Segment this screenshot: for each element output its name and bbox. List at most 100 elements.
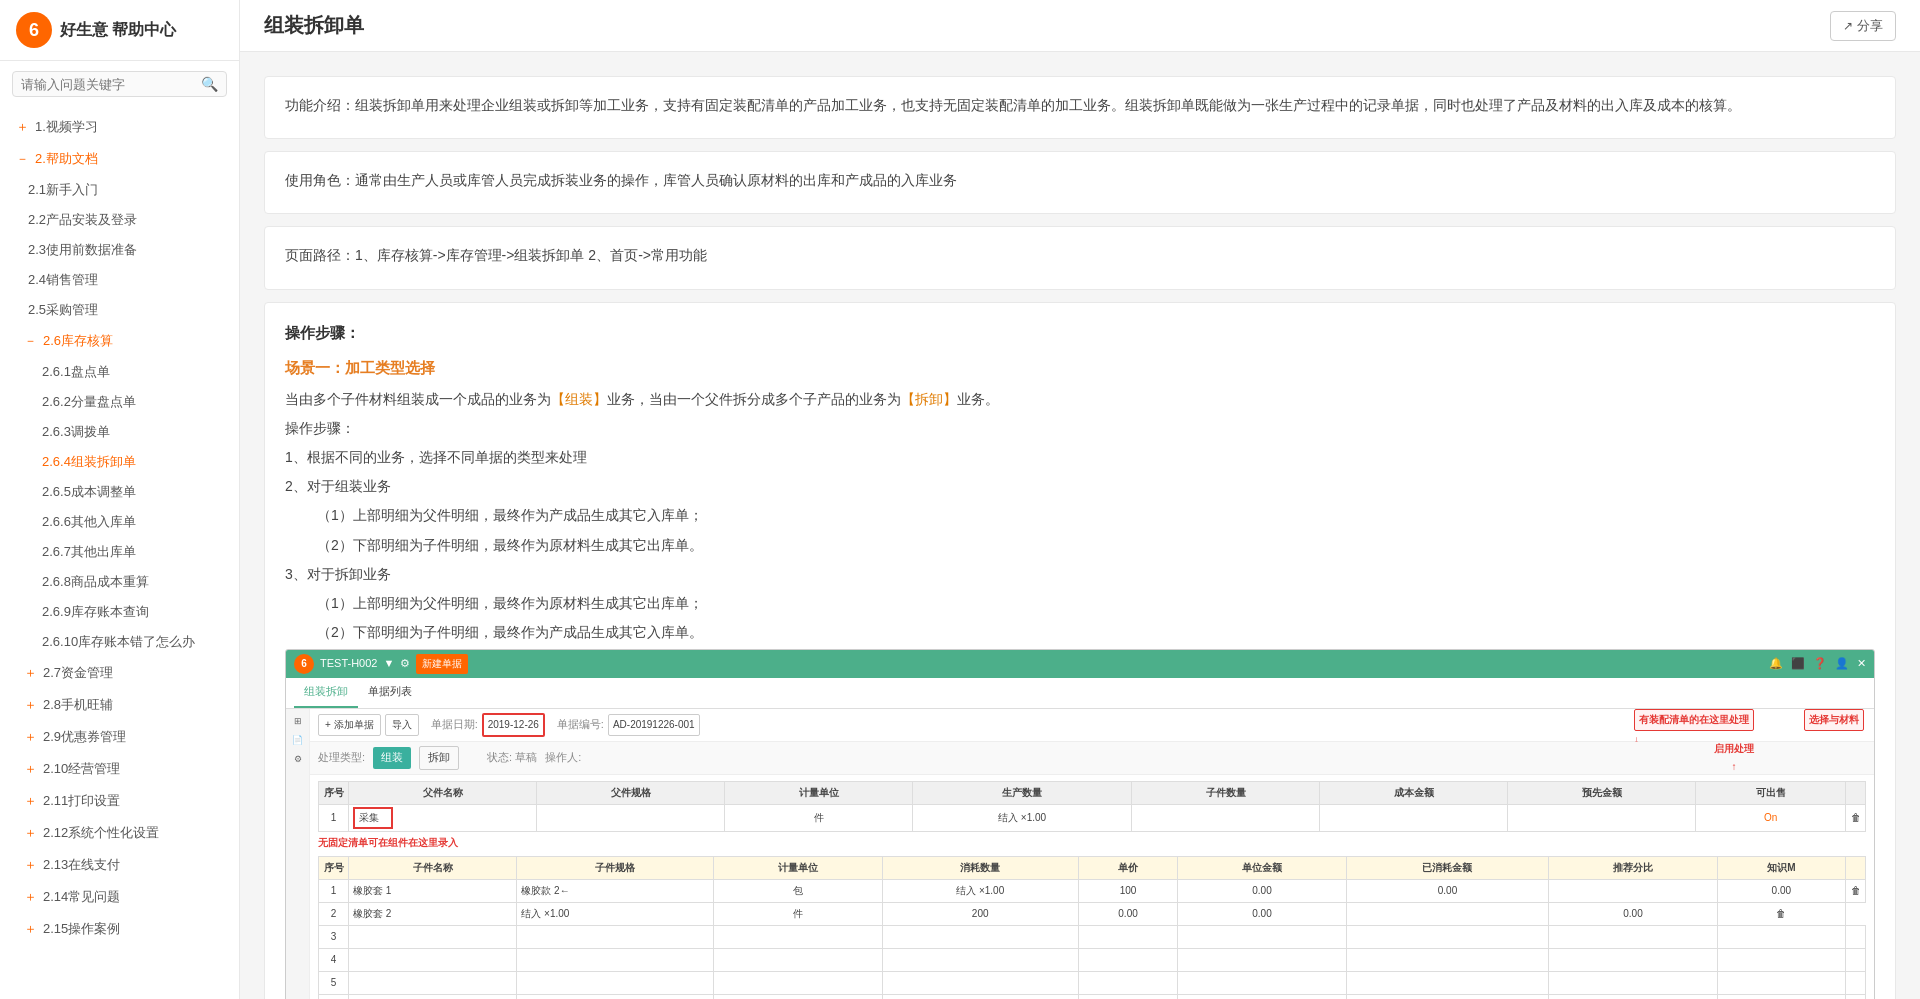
plus-icon: ＋ <box>24 664 37 682</box>
sidebar-item-label: 2.6.5成本调整单 <box>42 483 136 501</box>
app-titlebar: 6 TEST-H002 ▼ ⚙ 新建单据 🔔 ⬛ ❓ 👤 ✕ <box>286 650 1874 678</box>
sidebar-item-data[interactable]: 2.3使用前数据准备 <box>0 235 239 265</box>
sidebar-item-purchase[interactable]: 2.5采购管理 <box>0 295 239 325</box>
page-title: 组装拆卸单 <box>264 12 364 39</box>
sidebar-item-label: 2.1新手入门 <box>28 181 98 199</box>
on-label: On <box>1764 812 1777 823</box>
share-icon: ↗ <box>1843 19 1853 33</box>
plus-icon: ＋ <box>16 118 29 136</box>
sidebar-item-inv9[interactable]: 2.6.9库存账本查询 <box>0 597 239 627</box>
sidebar-item-label: 2.8手机旺辅 <box>43 696 113 714</box>
sidebar-item-label: 2.2产品安装及登录 <box>28 211 137 229</box>
logo-icon: 6 <box>16 12 52 48</box>
minus-icon: － <box>24 332 37 350</box>
sidebar-item-label: 2.7资金管理 <box>43 664 113 682</box>
table-row: 5 <box>319 971 1866 994</box>
form-header: + 添加单据 导入 单据日期: 2019-12-26 单据编号: AD-2019… <box>310 709 1874 742</box>
sidebar-item-label: 2.10经营管理 <box>43 760 120 778</box>
ops-card: 操作步骤： 场景一：加工类型选择 当由多个子件材料组装成一个成品的业务为【组装】… <box>264 302 1896 999</box>
table-row: 4 <box>319 948 1866 971</box>
type-selector-row: 处理类型: 组装 拆卸 状态: 草稿 操作人: 组装业务、拆卸业务在这里切换 启… <box>310 742 1874 775</box>
share-button[interactable]: ↗ 分享 <box>1830 11 1896 41</box>
sidebar-item-label: 2.9优惠券管理 <box>43 728 126 746</box>
left-icon1: ⊞ <box>294 713 302 729</box>
sidebar-item-label: 2.6.1盘点单 <box>42 363 110 381</box>
app-left-icons: ⊞ 📄 ⚙ <box>286 709 310 999</box>
app-screenshot: 6 TEST-H002 ▼ ⚙ 新建单据 🔔 ⬛ ❓ 👤 ✕ <box>285 649 1875 999</box>
sidebar-item-faq[interactable]: ＋ 2.14常见问题 <box>0 881 239 913</box>
top-bar: 组装拆卸单 ↗ 分享 <box>240 0 1920 52</box>
role-text: 使用角色：通常由生产人员或库管人员完成拆装业务的操作，库管人员确认原材料的出库和… <box>285 168 1875 193</box>
sidebar-item-sales[interactable]: 2.4销售管理 <box>0 265 239 295</box>
intro-card: 功能介绍：组装拆卸单用来处理企业组装或拆卸等加工业务，支持有固定装配清单的产品加… <box>264 76 1896 139</box>
search-icon[interactable]: 🔍 <box>201 76 218 92</box>
sidebar-item-inventory[interactable]: － 2.6库存核算 <box>0 325 239 357</box>
sidebar-item-coupon[interactable]: ＋ 2.9优惠券管理 <box>0 721 239 753</box>
step3-sub1: （1）上部明细为父件明细，最终作为原材料生成其它出库单； <box>317 591 1875 616</box>
sidebar-item-label: 2.6.6其他入库单 <box>42 513 136 531</box>
sidebar-item-label: 2.6.9库存账本查询 <box>42 603 149 621</box>
path-text: 页面路径：1、库存核算->库存管理->组装拆卸单 2、首页->常用功能 <box>285 243 1875 268</box>
tab-list[interactable]: 单据列表 <box>358 678 422 708</box>
sidebar-item-inv5[interactable]: 2.6.5成本调整单 <box>0 477 239 507</box>
table-row: 3 <box>319 925 1866 948</box>
sidebar-item-label: 2.15操作案例 <box>43 920 120 938</box>
sidebar-item-label: 2.4销售管理 <box>28 271 98 289</box>
date-value: 2019-12-26 <box>482 713 545 737</box>
sidebar-item-inv7[interactable]: 2.6.7其他出库单 <box>0 537 239 567</box>
nav-section: ＋ 1.视频学习 － 2.帮助文档 2.1新手入门 2.2产品安装及登录 2.3… <box>0 107 239 949</box>
sidebar-item-ops[interactable]: ＋ 2.10经营管理 <box>0 753 239 785</box>
sidebar-item-inv8[interactable]: 2.6.8商品成本重算 <box>0 567 239 597</box>
sidebar-item-label: 2.13在线支付 <box>43 856 120 874</box>
new-doc-btn[interactable]: 新建单据 <box>416 654 468 674</box>
sidebar-item-pay[interactable]: ＋ 2.13在线支付 <box>0 849 239 881</box>
sidebar-item-print[interactable]: ＋ 2.11打印设置 <box>0 785 239 817</box>
sidebar-item-system[interactable]: ＋ 2.12系统个性化设置 <box>0 817 239 849</box>
sidebar-item-docs[interactable]: － 2.帮助文档 <box>0 143 239 175</box>
sidebar-item-inv6[interactable]: 2.6.6其他入库单 <box>0 507 239 537</box>
annotation2-group: 选择与材料 <box>1804 709 1864 731</box>
parent-item-name[interactable]: 采集 <box>353 807 393 829</box>
content-area: 功能介绍：组装拆卸单用来处理企业组装或拆卸等加工业务，支持有固定装配清单的产品加… <box>240 52 1920 999</box>
sidebar-item-install[interactable]: 2.2产品安装及登录 <box>0 205 239 235</box>
disassemble-type-btn[interactable]: 拆卸 <box>419 746 459 770</box>
sidebar-item-inv10[interactable]: 2.6.10库存账本错了怎么办 <box>0 627 239 657</box>
date-label: 单据日期: <box>431 715 478 735</box>
sidebar-item-label: 2.6.10库存账本错了怎么办 <box>42 633 195 651</box>
assemble-type-btn[interactable]: 组装 <box>373 747 411 769</box>
plus-icon: ＋ <box>24 760 37 778</box>
num-value: AD-20191226-001 <box>608 714 700 736</box>
app-nav-tabs: 组装拆卸 单据列表 <box>286 678 1874 709</box>
sidebar-item-cases[interactable]: ＋ 2.15操作案例 <box>0 913 239 945</box>
annotation4-group: 启用处理 ↑ <box>1714 740 1754 776</box>
sidebar-item-label: 2.6库存核算 <box>43 332 113 350</box>
lower-table-area: 序号 子件名称 子件规格 计量单位 消耗数量 单价 单位金额 已消耗金额 <box>318 856 1866 999</box>
intro-text: 功能介绍：组装拆卸单用来处理企业组装或拆卸等加工业务，支持有固定装配清单的产品加… <box>285 93 1875 118</box>
add-btn[interactable]: + 添加单据 <box>318 714 381 736</box>
sidebar-item-label: 2.帮助文档 <box>35 150 98 168</box>
user-icon: 👤 <box>1835 654 1849 674</box>
left-icon3: ⚙ <box>294 751 302 767</box>
search-input[interactable] <box>21 77 201 92</box>
plus-icon: ＋ <box>24 696 37 714</box>
sidebar-item-fund[interactable]: ＋ 2.7资金管理 <box>0 657 239 689</box>
search-box[interactable]: 🔍 <box>12 71 227 97</box>
tab-active[interactable]: 组装拆卸 <box>294 678 358 708</box>
close-icon[interactable]: ✕ <box>1857 654 1866 674</box>
step2: 2、对于组装业务 <box>285 474 1875 499</box>
sidebar-item-inv4[interactable]: 2.6.4组装拆卸单 <box>0 447 239 477</box>
sidebar-item-mobile[interactable]: ＋ 2.8手机旺辅 <box>0 689 239 721</box>
annotation4-label: 启用处理 <box>1714 740 1754 758</box>
sidebar-item-new[interactable]: 2.1新手入门 <box>0 175 239 205</box>
app-form-area: ⊞ 📄 ⚙ + 添加单据 导入 <box>286 709 1874 999</box>
sidebar-item-inv2[interactable]: 2.6.2分量盘点单 <box>0 387 239 417</box>
import-btn[interactable]: 导入 <box>385 714 419 736</box>
sidebar-item-inv1[interactable]: 2.6.1盘点单 <box>0 357 239 387</box>
sidebar-item-label: 1.视频学习 <box>35 118 98 136</box>
sidebar-item-inv3[interactable]: 2.6.3调拨单 <box>0 417 239 447</box>
table-row: 2 橡胶套 2 结入 ×1.00 件 200 0.00 0.00 <box>319 902 1866 925</box>
sidebar-item-video[interactable]: ＋ 1.视频学习 <box>0 111 239 143</box>
plus-icon: ＋ <box>24 792 37 810</box>
annotation5-label: 无固定清单可在组件在这里录入 <box>318 834 1866 852</box>
sidebar: 6 好生意 帮助中心 🔍 ＋ 1.视频学习 － 2.帮助文档 2.1新手入门 2… <box>0 0 240 999</box>
